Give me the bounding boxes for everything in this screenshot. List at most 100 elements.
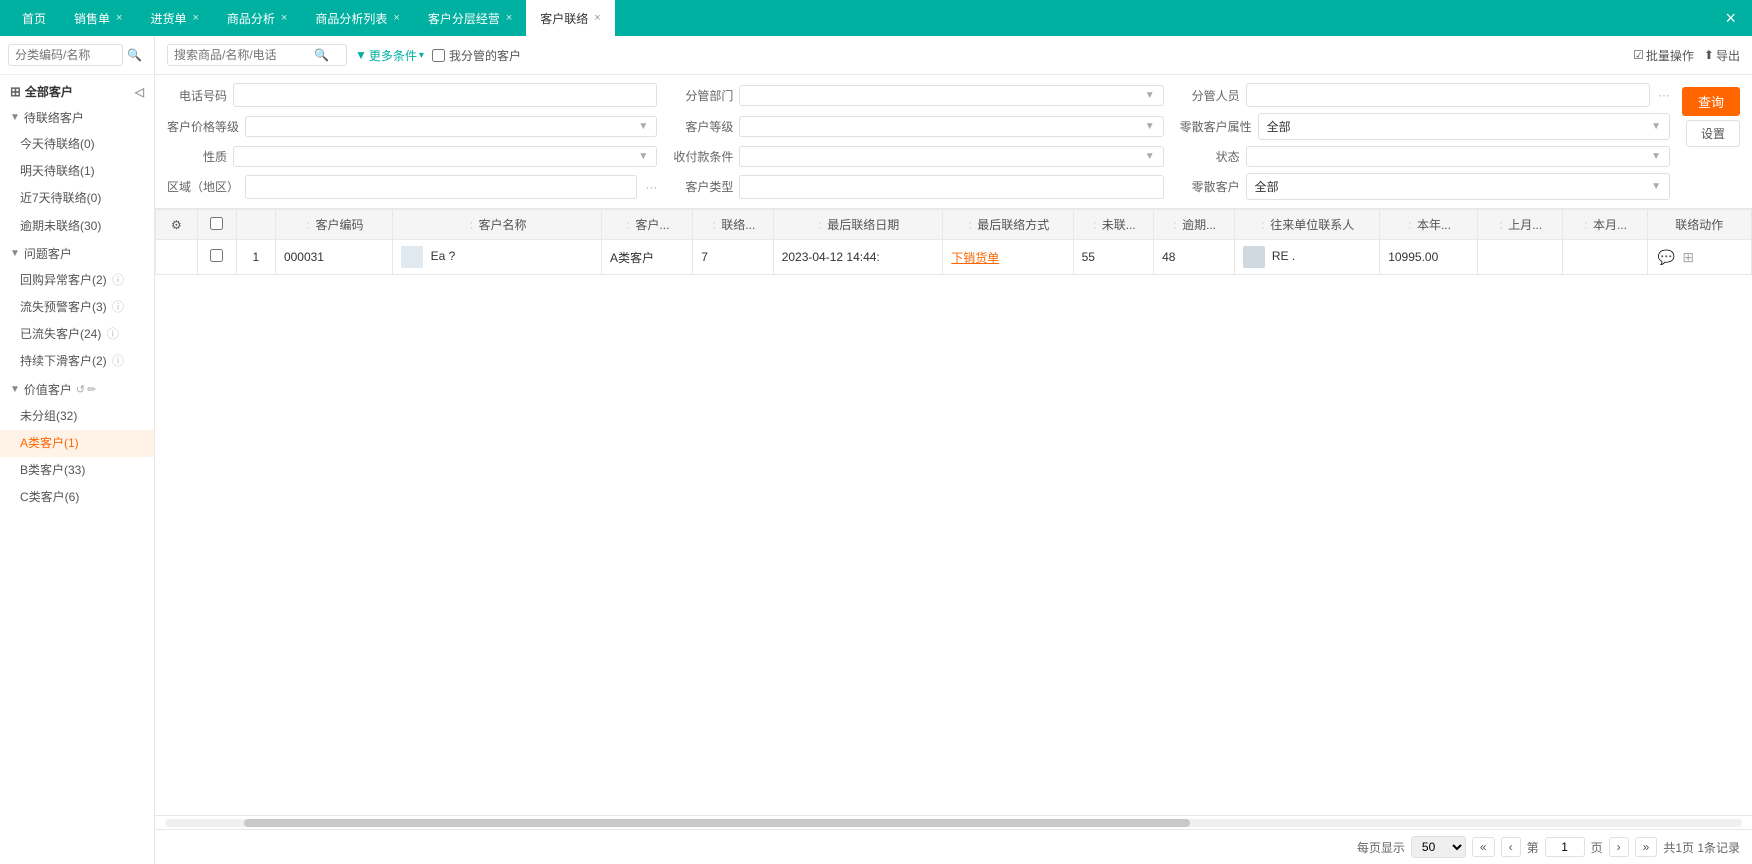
query-button[interactable]: 查询 <box>1682 87 1740 116</box>
tab-purchase-order[interactable]: 进货单 × <box>136 0 212 36</box>
sidebar-item-class-c[interactable]: C类客户(6) <box>0 484 154 511</box>
payment-select[interactable]: ▼ <box>739 146 1163 167</box>
group-problem-customers[interactable]: ▼ 问题客户 <box>0 240 154 267</box>
region-input[interactable] <box>245 175 637 199</box>
tab-product-analysis-list[interactable]: 商品分析列表 × <box>301 0 413 36</box>
phone-input[interactable] <box>233 83 657 107</box>
tab-customer-contact[interactable]: 客户联络 × <box>526 0 614 36</box>
tab-sales-close[interactable]: × <box>116 12 122 24</box>
refresh-icon[interactable]: ↺ <box>76 383 85 396</box>
filter-bar: 🔍 ▼ 更多条件 ▾ 我分管的客户 ☑ 批量操作 ⬆ 导出 <box>155 36 1752 75</box>
tab-customer-contact-label: 客户联络 <box>540 10 588 27</box>
no-contact-header: 未联... <box>1102 218 1136 232</box>
customer-code-value: 000031 <box>284 250 324 264</box>
info-icon3: ⓘ <box>107 327 119 341</box>
td-last-contact-date: 2023-04-12 14:44: <box>773 240 943 275</box>
sidebar-item-class-b[interactable]: B类客户(33) <box>0 457 154 484</box>
nature-caret-icon: ▼ <box>638 151 648 162</box>
my-customers-checkbox-wrap[interactable]: 我分管的客户 <box>432 47 521 64</box>
sidebar-search-input[interactable] <box>8 44 123 66</box>
select-all-checkbox[interactable] <box>210 217 223 230</box>
page-size-select[interactable]: 50 100 200 <box>1411 836 1466 858</box>
retail-customer-select[interactable]: 全部 ▼ <box>1246 173 1670 200</box>
first-page-button[interactable]: « <box>1472 837 1495 857</box>
col-sep-1: : <box>307 218 310 232</box>
region-dots-icon[interactable]: ··· <box>645 180 657 194</box>
edit-icon[interactable]: ✏ <box>87 383 96 396</box>
filter-nature-field: 性质 ▼ <box>167 146 657 167</box>
tab-customer-contact-close[interactable]: × <box>594 12 600 24</box>
repurchase-label: 回购异常客户(2) <box>20 273 107 287</box>
collapse-icon[interactable]: ◁ <box>135 85 144 99</box>
col-sep-10: : <box>1408 218 1411 232</box>
batch-operation-button[interactable]: ☑ 批量操作 <box>1633 47 1694 64</box>
sidebar-item-overdue[interactable]: 逾期未联络(30) <box>0 213 154 240</box>
td-last-contact-way: 下销货单 <box>943 240 1073 275</box>
tab-customer-seg-close[interactable]: × <box>506 12 512 24</box>
td-contact-action: 💬 ⊞ <box>1647 240 1751 275</box>
group-value-customers[interactable]: ▼ 价值客户 ↺ ✏ <box>0 376 154 403</box>
this-month-header: 本月... <box>1593 218 1627 232</box>
sidebar-item-declining[interactable]: 持续下滑客户(2) ⓘ <box>0 348 154 375</box>
th-last-contact-date: : 最后联络日期 <box>773 210 943 240</box>
tab-home[interactable]: 首页 <box>8 0 60 36</box>
sidebar-item-today[interactable]: 今天待联络(0) <box>0 131 154 158</box>
last-contact-way-header: 最后联络方式 <box>977 218 1049 232</box>
tab-purchase-close[interactable]: × <box>192 12 198 24</box>
manager-dots-icon[interactable]: ··· <box>1658 88 1670 102</box>
prev-page-button[interactable]: ‹ <box>1501 837 1521 857</box>
export-button[interactable]: ⬆ 导出 <box>1704 47 1740 64</box>
tab-product-label: 商品分析 <box>227 10 275 27</box>
qrcode-action-icon[interactable]: ⊞ <box>1682 249 1694 265</box>
tab-product-analysis[interactable]: 商品分析 × <box>213 0 301 36</box>
page-word: 第 <box>1527 839 1539 856</box>
th-gear[interactable]: ⚙ <box>156 210 198 240</box>
sidebar-item-tomorrow[interactable]: 明天待联络(1) <box>0 158 154 185</box>
tab-product-list-close[interactable]: × <box>393 12 399 24</box>
tab-customer-segmentation[interactable]: 客户分层经营 × <box>414 0 526 36</box>
td-gear <box>156 240 198 275</box>
horizontal-scrollbar[interactable] <box>155 815 1752 829</box>
setting-button[interactable]: 设置 <box>1686 120 1740 147</box>
last-page-button[interactable]: » <box>1635 837 1658 857</box>
price-level-select[interactable]: ▼ <box>245 116 657 137</box>
info-icon4: ⓘ <box>112 354 124 368</box>
unclassified-label: 未分组(32) <box>20 409 77 423</box>
sidebar-item-unclassified[interactable]: 未分组(32) <box>0 403 154 430</box>
my-customers-checkbox[interactable] <box>432 49 445 62</box>
sidebar-search-icon[interactable]: 🔍 <box>127 48 142 62</box>
scrollbar-thumb[interactable] <box>244 819 1190 827</box>
chat-action-icon[interactable]: 💬 <box>1658 249 1675 265</box>
tab-sales-order[interactable]: 销售单 × <box>60 0 136 36</box>
retail-attr-select[interactable]: 全部 ▼ <box>1258 113 1670 140</box>
last-contact-way-value[interactable]: 下销货单 <box>951 251 999 265</box>
tomorrow-contact-label: 明天待联络(1) <box>20 164 95 178</box>
dept-select[interactable]: ▼ <box>739 85 1163 106</box>
page-number-input[interactable] <box>1545 837 1585 857</box>
customer-level-select[interactable]: ▼ <box>739 116 1163 137</box>
td-contact: 7 <box>693 240 773 275</box>
filter-search-input[interactable] <box>174 48 314 62</box>
nature-select[interactable]: ▼ <box>233 146 657 167</box>
sidebar-item-churned[interactable]: 已流失客户(24) ⓘ <box>0 321 154 348</box>
group-pending-contact[interactable]: ▼ 待联络客户 <box>0 104 154 131</box>
customer-type-value: A类客户 <box>610 251 654 265</box>
close-all-button[interactable]: × <box>1717 4 1744 33</box>
status-select[interactable]: ▼ <box>1246 146 1670 167</box>
tab-product-close[interactable]: × <box>281 12 287 24</box>
row-checkbox[interactable] <box>210 249 223 262</box>
filter-more-conditions[interactable]: ▼ 更多条件 ▾ <box>355 47 424 64</box>
sidebar-item-churn-warning[interactable]: 流失预警客户(3) ⓘ <box>0 294 154 321</box>
adv-filter-row-2: 客户价格等级 ▼ 客户等级 ▼ <box>167 113 1670 140</box>
price-level-caret-icon: ▼ <box>638 121 648 132</box>
filter-dept-field: 分管部门 ▼ <box>673 85 1163 106</box>
class-a-label: A类客户(1) <box>20 436 79 450</box>
manager-input[interactable] <box>1246 83 1650 107</box>
sidebar-item-7days[interactable]: 近7天待联络(0) <box>0 185 154 212</box>
customer-type-input[interactable] <box>739 175 1163 199</box>
sidebar-item-class-a[interactable]: A类客户(1) <box>0 430 154 457</box>
sidebar-item-repurchase-abnormal[interactable]: 回购异常客户(2) ⓘ <box>0 267 154 294</box>
filter-phone-field: 电话号码 <box>167 83 657 107</box>
filter-search-icon[interactable]: 🔍 <box>314 48 329 62</box>
next-page-button[interactable]: › <box>1609 837 1629 857</box>
